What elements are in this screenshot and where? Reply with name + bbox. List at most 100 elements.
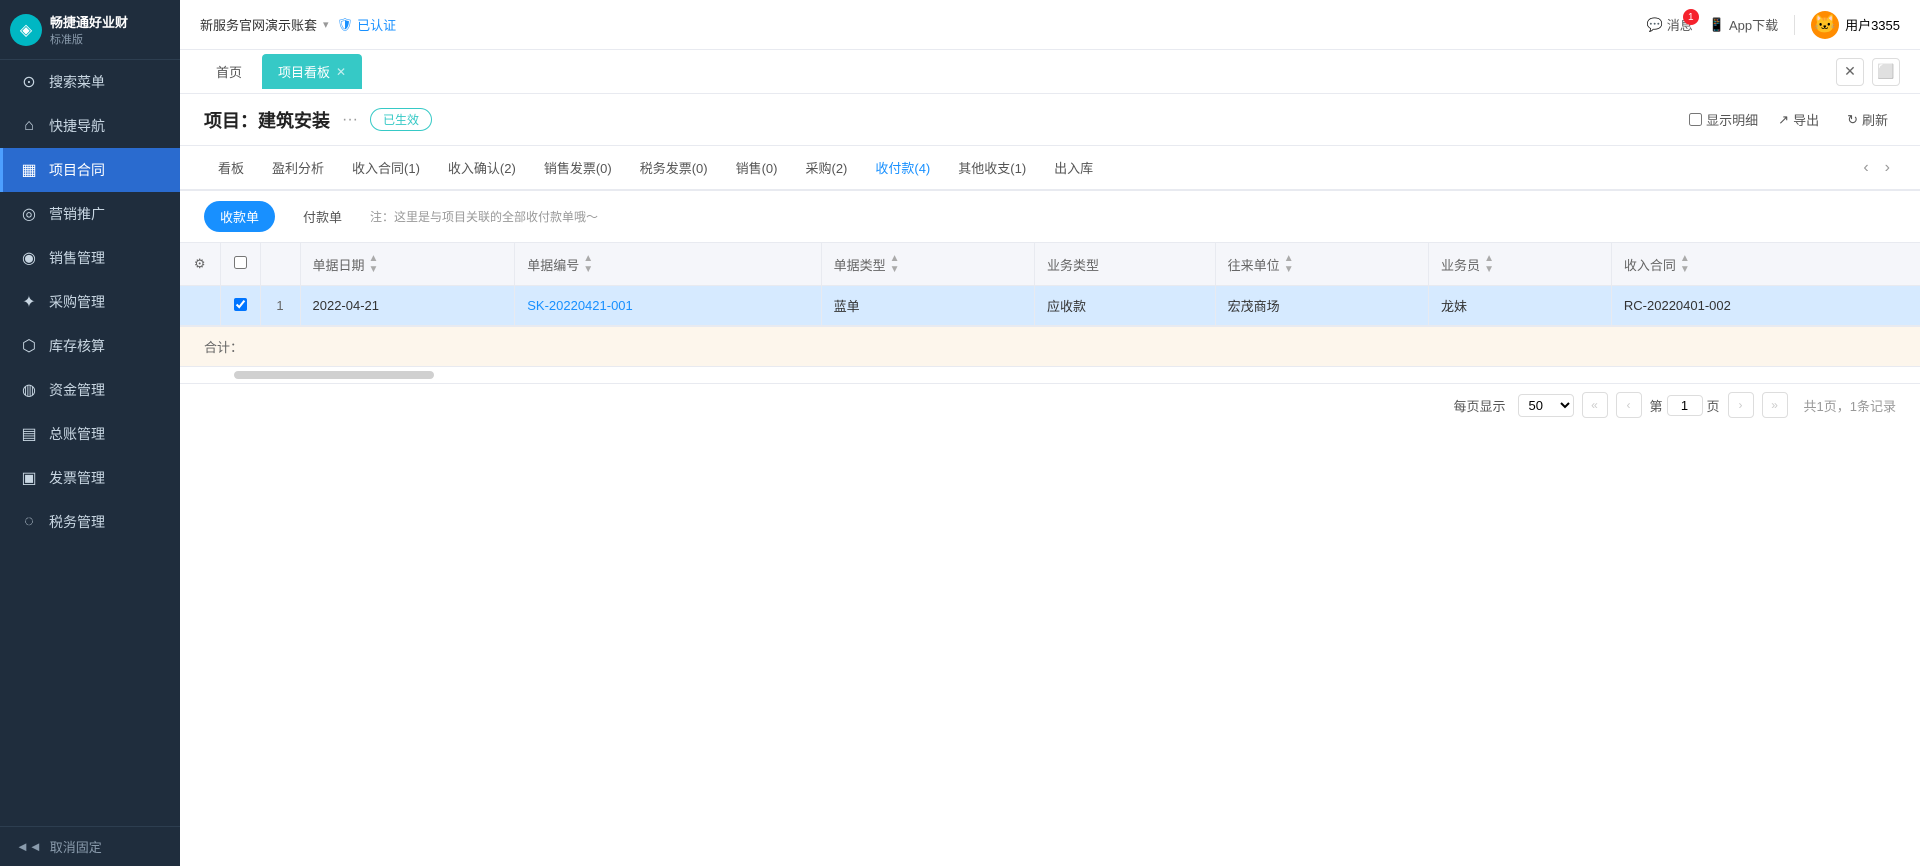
pagination-next-button[interactable]: › bbox=[1728, 392, 1754, 418]
sidebar-item-sales[interactable]: ◉ 销售管理 bbox=[0, 236, 180, 280]
pagination-first-button[interactable]: « bbox=[1582, 392, 1608, 418]
td-row-num-0: 1 bbox=[260, 286, 300, 326]
sidebar-item-search[interactable]: ⊙ 搜索菜单 bbox=[0, 60, 180, 104]
td-biz-type-0: 应收款 bbox=[1034, 286, 1215, 326]
page-header-actions: 显示明细 ↗ 导出 ↻ 刷新 bbox=[1689, 106, 1896, 133]
sidebar-item-marketing[interactable]: ◎ 营销推广 bbox=[0, 192, 180, 236]
sidebar-item-inventory[interactable]: ⬡ 库存核算 bbox=[0, 324, 180, 368]
refresh-button[interactable]: ↻ 刷新 bbox=[1839, 106, 1896, 133]
th-checkbox bbox=[220, 243, 260, 286]
tab-project-board[interactable]: 项目看板 ✕ bbox=[262, 54, 362, 89]
sub-tab-sales-invoice[interactable]: 销售发票(0) bbox=[530, 146, 626, 191]
user-avatar: 🐱 bbox=[1811, 11, 1839, 39]
td-row-checkbox-0[interactable] bbox=[220, 286, 260, 326]
th-salesperson: 业务员 ▲▼ bbox=[1429, 243, 1612, 286]
select-all-checkbox[interactable] bbox=[234, 256, 247, 269]
th-date-label: 单据日期 bbox=[313, 255, 365, 274]
payment-bill-tab[interactable]: 付款单 bbox=[287, 201, 358, 232]
sub-tabs-next-icon[interactable]: › bbox=[1879, 155, 1896, 181]
sidebar-item-label-ledger: 总账管理 bbox=[49, 424, 105, 444]
table-row[interactable]: 1 2022-04-21 SK-20220421-001 蓝单 应收款 宏茂商场… bbox=[180, 286, 1920, 326]
sidebar-item-purchase[interactable]: ✦ 采购管理 bbox=[0, 280, 180, 324]
page-prefix: 第 bbox=[1650, 396, 1663, 415]
th-bill-type-sort-icon[interactable]: ▲▼ bbox=[890, 253, 900, 275]
export-button[interactable]: ↗ 导出 bbox=[1770, 106, 1827, 133]
account-name: 新服务官网演示账套 bbox=[200, 15, 317, 34]
tabbar-right: ✕ ⬜ bbox=[1836, 58, 1900, 86]
table-body: 1 2022-04-21 SK-20220421-001 蓝单 应收款 宏茂商场… bbox=[180, 286, 1920, 326]
sub-tab-purchase[interactable]: 采购(2) bbox=[791, 146, 861, 191]
sub-tab-other-income[interactable]: 其他收支(1) bbox=[944, 146, 1040, 191]
th-code-sort-icon[interactable]: ▲▼ bbox=[583, 253, 593, 275]
sub-tab-income-contract[interactable]: 收入合同(1) bbox=[338, 146, 434, 191]
tab-maximize-button[interactable]: ⬜ bbox=[1872, 58, 1900, 86]
more-button[interactable]: ··· bbox=[342, 111, 358, 129]
sub-tabs-prev-icon[interactable]: ‹ bbox=[1857, 155, 1874, 181]
collection-bill-tab[interactable]: 收款单 bbox=[204, 201, 275, 232]
sub-tabs: 看板盈利分析收入合同(1)收入确认(2)销售发票(0)税务发票(0)销售(0)采… bbox=[180, 146, 1920, 191]
user-menu[interactable]: 🐱 用户3355 bbox=[1811, 11, 1900, 39]
inventory-icon: ⬡ bbox=[19, 336, 39, 356]
sidebar-item-project[interactable]: ▦ 项目合同 bbox=[0, 148, 180, 192]
sidebar-header: ◈ 畅捷通好业财 标准版 bbox=[0, 0, 180, 60]
sub-tab-collection[interactable]: 收付款(4) bbox=[861, 146, 944, 191]
sub-tab-profit[interactable]: 盈利分析 bbox=[258, 146, 338, 191]
th-partner-sort-icon[interactable]: ▲▼ bbox=[1284, 253, 1294, 275]
ledger-icon: ▤ bbox=[19, 424, 39, 444]
sidebar-item-tax[interactable]: ◌ 税务管理 bbox=[0, 500, 180, 544]
tab-close-icon[interactable]: ✕ bbox=[336, 65, 346, 79]
pagination-prev-button[interactable]: ‹ bbox=[1616, 392, 1642, 418]
sub-tab-board[interactable]: 看板 bbox=[204, 146, 258, 191]
sidebar-unpin-button[interactable]: ◄◄ 取消固定 bbox=[0, 826, 180, 866]
th-date-sort-icon[interactable]: ▲▼ bbox=[369, 253, 379, 275]
td-salesperson-0: 龙妹 bbox=[1429, 286, 1612, 326]
sidebar-item-capital[interactable]: ◍ 资金管理 bbox=[0, 368, 180, 412]
th-code: 单据编号 ▲▼ bbox=[515, 243, 821, 286]
project-icon: ▦ bbox=[19, 160, 39, 180]
per-page-select[interactable]: 50 100 200 bbox=[1518, 394, 1574, 417]
page-number-input[interactable] bbox=[1667, 395, 1703, 416]
sub-tab-sales[interactable]: 销售(0) bbox=[722, 146, 792, 191]
sidebar-item-ledger[interactable]: ▤ 总账管理 bbox=[0, 412, 180, 456]
pagination-total: 共1页，1条记录 bbox=[1804, 396, 1896, 415]
pagination: 每页显示 50 100 200 « ‹ 第 页 › » 共1页，1条记录 bbox=[180, 383, 1920, 426]
summary-label: 合计： bbox=[204, 340, 243, 355]
th-settings[interactable]: ⚙ bbox=[180, 243, 220, 286]
certified-badge: 🛡 已认证 bbox=[337, 15, 397, 34]
code-link-0[interactable]: SK-20220421-001 bbox=[527, 298, 633, 313]
sidebar-item-label-invoice: 发票管理 bbox=[49, 468, 105, 488]
sidebar-item-label-marketing: 营销推广 bbox=[49, 204, 105, 224]
horizontal-scrollbar[interactable] bbox=[234, 371, 434, 379]
sub-tab-income-confirm[interactable]: 收入确认(2) bbox=[434, 146, 530, 191]
row-checkbox-0[interactable] bbox=[234, 298, 247, 311]
tab-home[interactable]: 首页 bbox=[200, 54, 258, 89]
sidebar-item-shortcut[interactable]: ⌂ 快捷导航 bbox=[0, 104, 180, 148]
account-chevron-icon: ▾ bbox=[323, 18, 329, 31]
sub-tab-tax-invoice[interactable]: 税务发票(0) bbox=[626, 146, 722, 191]
th-partner-label: 往来单位 bbox=[1228, 255, 1280, 274]
account-selector[interactable]: 新服务官网演示账套 ▾ bbox=[200, 15, 329, 34]
tabbar: 首页 项目看板 ✕ ✕ ⬜ bbox=[180, 50, 1920, 94]
mobile-icon: 📱 bbox=[1709, 17, 1725, 33]
th-code-label: 单据编号 bbox=[527, 255, 579, 274]
td-income-contract-0: RC-20220401-002 bbox=[1611, 286, 1920, 326]
tab-close-all-button[interactable]: ✕ bbox=[1836, 58, 1864, 86]
show-detail-input[interactable] bbox=[1689, 113, 1702, 126]
collection-tabs: 收款单 付款单 注：这里是与项目关联的全部收付款单哦～ bbox=[180, 191, 1920, 243]
refresh-label: 刷新 bbox=[1862, 110, 1888, 129]
th-date: 单据日期 ▲▼ bbox=[300, 243, 515, 286]
th-bill-type-label: 单据类型 bbox=[834, 255, 886, 274]
sub-tab-in-out[interactable]: 出入库 bbox=[1040, 146, 1107, 191]
th-income-contract-sort-icon[interactable]: ▲▼ bbox=[1680, 253, 1690, 275]
th-salesperson-sort-icon[interactable]: ▲▼ bbox=[1484, 253, 1494, 275]
sub-tabs-arrows: ‹ › bbox=[1857, 155, 1896, 181]
per-page-label: 每页显示 bbox=[1453, 396, 1505, 415]
message-button[interactable]: 💬 消息 1 bbox=[1647, 15, 1693, 34]
show-detail-checkbox[interactable]: 显示明细 bbox=[1689, 110, 1758, 129]
sidebar-item-invoice[interactable]: ▣ 发票管理 bbox=[0, 456, 180, 500]
pagination-last-button[interactable]: » bbox=[1762, 392, 1788, 418]
sidebar-item-label-project: 项目合同 bbox=[49, 160, 105, 180]
td-code-0[interactable]: SK-20220421-001 bbox=[515, 286, 821, 326]
refresh-icon: ↻ bbox=[1847, 112, 1858, 128]
app-download-button[interactable]: 📱 App下载 bbox=[1709, 15, 1778, 34]
